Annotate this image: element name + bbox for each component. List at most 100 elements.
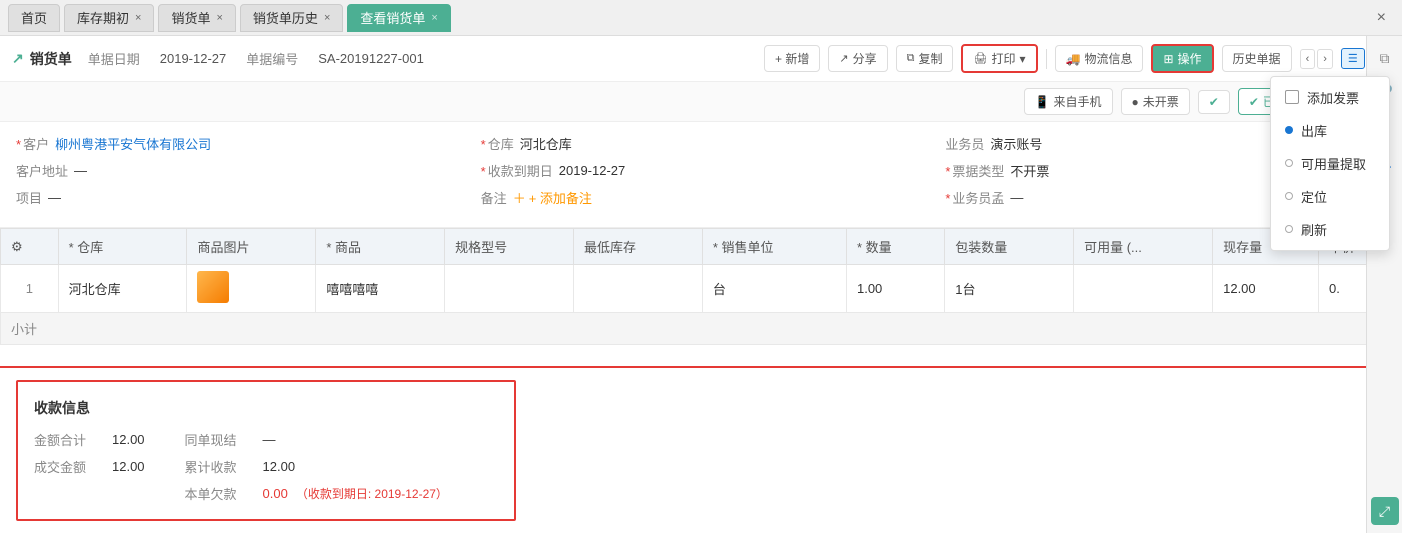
warehouse-field: *仓库 河北仓库 bbox=[481, 134, 922, 153]
col-unit: * 销售单位 bbox=[702, 229, 846, 265]
tab-close-sales[interactable]: × bbox=[216, 12, 222, 24]
tab-sales-order[interactable]: 销货单 × bbox=[158, 4, 235, 32]
payment-date-value: 2019-12-27 bbox=[559, 163, 626, 178]
amount-total-label: 金额合计 bbox=[34, 430, 104, 449]
amount-total-value: 12.00 bbox=[112, 432, 145, 447]
operations-button[interactable]: ⊞ 操作 添加发票 出库 可用量提取 bbox=[1151, 44, 1213, 73]
payment-info: 收款信息 金额合计 12.00 成交金额 12.00 同单现结 — bbox=[16, 380, 516, 521]
bottom-panel: 收款信息 金额合计 12.00 成交金额 12.00 同单现结 — bbox=[0, 366, 1402, 533]
customer-value[interactable]: 柳州粤港平安气体有限公司 bbox=[55, 134, 211, 153]
dropdown-outbound[interactable]: 出库 bbox=[1271, 114, 1389, 147]
data-table: ⚙ * 仓库 商品图片 * 商品 规格型号 最低库存 * 销售单位 * 数量 包… bbox=[0, 228, 1402, 345]
salesperson-value: — bbox=[1010, 190, 1023, 205]
toolbar-sep bbox=[1046, 49, 1047, 69]
copy-button[interactable]: ⧉ 复制 bbox=[896, 45, 954, 72]
operations-dropdown: 添加发票 出库 可用量提取 定位 bbox=[1270, 76, 1390, 251]
table-row: 1 河北仓库 嘻嘻嘻嘻 台 1.00 1台 12.00 0. bbox=[1, 265, 1402, 313]
toolbar: + 新增 ↗ 分享 ⧉ 复制 🖨 打印 ▾ 🚚 物流信息 bbox=[764, 44, 1390, 73]
print-button[interactable]: 🖨 打印 ▾ bbox=[961, 44, 1037, 73]
share-icon: ↗ bbox=[839, 52, 848, 65]
verified-icon: ✔ bbox=[1249, 95, 1259, 109]
warehouse-value: 河北仓库 bbox=[520, 134, 572, 153]
doc-number-value: SA-20191227-001 bbox=[318, 51, 424, 66]
dot-empty-icon3 bbox=[1285, 225, 1293, 233]
operations-icon: ⊞ bbox=[1163, 52, 1173, 66]
same-order-value: — bbox=[263, 432, 276, 447]
dropdown-add-invoice[interactable]: 添加发票 bbox=[1271, 81, 1389, 114]
subtotal-row: 小计 bbox=[1, 313, 1402, 345]
address-field: 客户地址 — bbox=[16, 161, 457, 180]
row-product-img bbox=[187, 265, 316, 313]
sidebar-expand-icon[interactable]: ⤢ bbox=[1371, 497, 1399, 525]
tab-view-sales[interactable]: 查看销货单 × bbox=[347, 4, 450, 32]
project-field: 项目 — bbox=[16, 188, 457, 207]
dot-empty-icon2 bbox=[1285, 192, 1293, 200]
tab-sales-history[interactable]: 销货单历史 × bbox=[240, 4, 343, 32]
dropdown-refresh[interactable]: 刷新 bbox=[1271, 213, 1389, 246]
main-content: ↗ 销货单 单据日期 2019-12-27 单据编号 SA-20191227-0… bbox=[0, 36, 1402, 533]
copy-icon: ⧉ bbox=[907, 52, 915, 65]
window-close-button[interactable]: × bbox=[1369, 9, 1394, 27]
table-header-row: ⚙ * 仓库 商品图片 * 商品 规格型号 最低库存 * 销售单位 * 数量 包… bbox=[1, 229, 1402, 265]
doc-header: ↗ 销货单 单据日期 2019-12-27 单据编号 SA-20191227-0… bbox=[0, 36, 1402, 82]
prev-button[interactable]: ‹ bbox=[1300, 49, 1316, 69]
payment-rows: 金额合计 12.00 成交金额 12.00 同单现结 — 累计收款 bbox=[34, 430, 498, 503]
customer-field: *客户 柳州粤港平安气体有限公司 bbox=[16, 134, 457, 153]
verified-icon-btn[interactable]: ✔ bbox=[1198, 90, 1230, 114]
next-button[interactable]: › bbox=[1317, 49, 1333, 69]
list-view-button[interactable]: ☰ bbox=[1341, 48, 1365, 69]
col-model: 规格型号 bbox=[445, 229, 574, 265]
amount-total-row: 金额合计 12.00 bbox=[34, 430, 145, 449]
print-dropdown-icon: ▾ bbox=[1019, 52, 1025, 66]
row-stock: 12.00 bbox=[1213, 265, 1319, 313]
same-order-row: 同单现结 — bbox=[185, 430, 448, 449]
tab-close-view[interactable]: × bbox=[431, 12, 437, 24]
col-product-img: 商品图片 bbox=[187, 229, 316, 265]
employee-value: 演示账号 bbox=[990, 134, 1042, 153]
logistics-button[interactable]: 🚚 物流信息 bbox=[1055, 45, 1144, 72]
truck-icon: 🚚 bbox=[1066, 52, 1081, 66]
tab-close-history[interactable]: × bbox=[324, 12, 330, 24]
col-min-stock: 最低库存 bbox=[574, 229, 703, 265]
col-package-qty: 包装数量 bbox=[945, 229, 1074, 265]
dot-blue-icon bbox=[1285, 126, 1293, 134]
dot-empty-icon bbox=[1285, 159, 1293, 167]
sidebar-copy-icon[interactable]: ⧉ bbox=[1371, 44, 1399, 72]
cumulative-value: 12.00 bbox=[263, 459, 296, 474]
row-min-stock bbox=[574, 265, 703, 313]
check-icon: ✔ bbox=[1209, 95, 1219, 109]
dropdown-available-pickup[interactable]: 可用量提取 bbox=[1271, 147, 1389, 180]
col-warehouse: * 仓库 bbox=[58, 229, 187, 265]
dropdown-locate[interactable]: 定位 bbox=[1271, 180, 1389, 213]
transaction-value: 12.00 bbox=[112, 459, 145, 474]
form-row-2: 客户地址 — *收款到期日 2019-12-27 *票据类型 不开票 bbox=[16, 161, 1386, 180]
current-due-label: 本单欠款 bbox=[185, 484, 255, 503]
not-open-button[interactable]: ● 未开票 bbox=[1121, 88, 1190, 115]
print-icon: 🖨 bbox=[973, 52, 987, 65]
doc-number-label: 单据编号 bbox=[246, 49, 298, 68]
row-product: 嘻嘻嘻嘻 bbox=[316, 265, 445, 313]
col-product: * 商品 bbox=[316, 229, 445, 265]
history-button[interactable]: 历史单据 bbox=[1222, 45, 1292, 72]
share-button[interactable]: ↗ 分享 bbox=[828, 45, 887, 72]
table-section: ⚙ * 仓库 商品图片 * 商品 规格型号 最低库存 * 销售单位 * 数量 包… bbox=[0, 228, 1402, 366]
tab-close-inventory[interactable]: × bbox=[135, 12, 141, 24]
add-note-button[interactable]: ＋ + 添加备注 bbox=[513, 188, 592, 207]
subtotal-label: 小计 bbox=[1, 313, 1402, 345]
address-value: — bbox=[74, 163, 87, 178]
tab-inventory-init[interactable]: 库存期初 × bbox=[64, 4, 154, 32]
checkbox-icon bbox=[1285, 90, 1299, 104]
current-due-row: 本单欠款 0.00 （收款到期日: 2019-12-27） bbox=[185, 484, 448, 503]
tab-bar: 首页 库存期初 × 销货单 × 销货单历史 × 查看销货单 × × bbox=[0, 0, 1402, 36]
invoice-type-value: 不开票 bbox=[1010, 161, 1049, 180]
cumulative-label: 累计收款 bbox=[185, 457, 255, 476]
form-row-1: *客户 柳州粤港平安气体有限公司 *仓库 河北仓库 业务员 演示账号 bbox=[16, 134, 1386, 153]
doc-date-value: 2019-12-27 bbox=[160, 51, 227, 66]
current-due-value: 0.00 bbox=[263, 486, 288, 501]
from-phone-button[interactable]: 📱 来自手机 bbox=[1024, 88, 1113, 115]
new-button[interactable]: + 新增 bbox=[764, 45, 820, 72]
row-unit: 台 bbox=[702, 265, 846, 313]
doc-title: ↗ 销货单 bbox=[12, 49, 72, 69]
product-image bbox=[197, 271, 229, 303]
tab-home[interactable]: 首页 bbox=[8, 4, 60, 32]
